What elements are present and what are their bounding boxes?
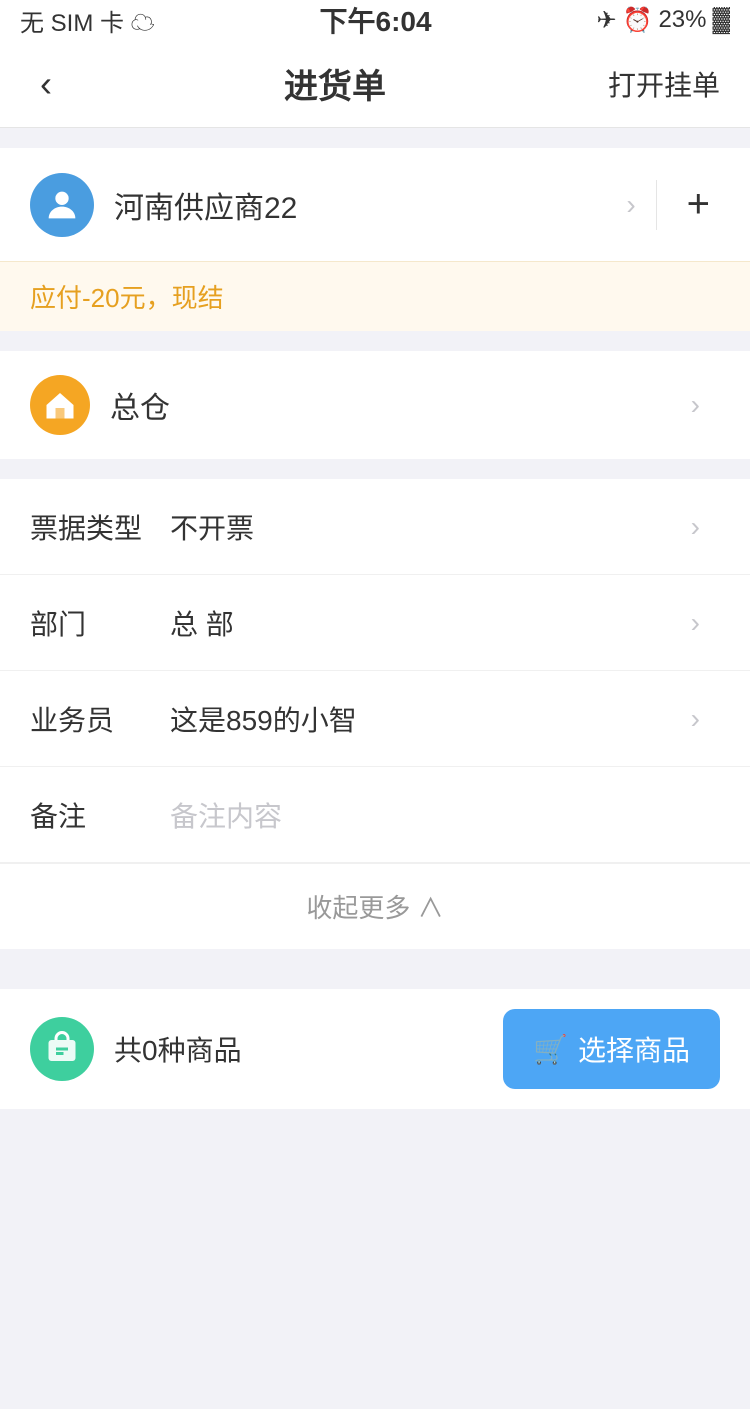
- department-row[interactable]: 部门 总 部 ›: [0, 575, 750, 671]
- supplier-row: 河南供应商22 › +: [0, 148, 750, 261]
- section-gap-2: [0, 331, 750, 351]
- form-section: 票据类型 不开票 › 部门 总 部 › 业务员 这是859的小智 › 备注 备注…: [0, 479, 750, 949]
- supplier-avatar: [30, 173, 94, 237]
- remark-row[interactable]: 备注 备注内容: [0, 767, 750, 863]
- supplier-chevron-icon: ›: [626, 189, 635, 221]
- department-value: 总 部: [150, 603, 691, 643]
- salesperson-label: 业务员: [30, 699, 150, 739]
- warehouse-row[interactable]: 总仓 ›: [0, 351, 750, 459]
- battery-label: 23%: [658, 6, 706, 34]
- select-product-button[interactable]: 🛒 选择商品: [503, 1009, 720, 1089]
- add-supplier-button[interactable]: +: [677, 172, 720, 237]
- product-count-label: 共0种商品: [114, 1029, 503, 1069]
- warehouse-icon-wrap: [30, 375, 90, 435]
- department-label: 部门: [30, 603, 150, 643]
- supplier-section: 河南供应商22 › + 应付-20元，现结: [0, 148, 750, 331]
- department-chevron-icon: ›: [691, 607, 700, 639]
- supplier-name: 河南供应商22: [114, 183, 626, 227]
- salesperson-chevron-icon: ›: [691, 703, 700, 735]
- alarm-icon: ⏰: [623, 6, 653, 35]
- background-fill: [0, 1109, 750, 1409]
- remark-input[interactable]: 备注内容: [150, 795, 720, 835]
- product-icon: [44, 1031, 80, 1067]
- salesperson-value: 这是859的小智: [150, 699, 691, 739]
- status-left: 无 SIM 卡 ☁: [20, 3, 155, 38]
- status-bar: 无 SIM 卡 ☁ 下午6:04 ✈ ⏰ 23% ▓: [0, 0, 750, 40]
- invoice-type-chevron-icon: ›: [691, 511, 700, 543]
- page-title: 进货单: [284, 59, 386, 108]
- product-icon-wrap: [30, 1017, 94, 1081]
- status-right: ✈ ⏰ 23% ▓: [596, 6, 730, 35]
- supplier-notice: 应付-20元，现结: [0, 261, 750, 331]
- warehouse-name: 总仓: [110, 383, 691, 427]
- status-time: 下午6:04: [320, 0, 432, 40]
- location-icon: ✈: [596, 6, 616, 35]
- select-product-icon: 🛒: [533, 1033, 568, 1066]
- warehouse-chevron-icon: ›: [691, 389, 700, 421]
- warehouse-section[interactable]: 总仓 ›: [0, 351, 750, 459]
- collapse-button[interactable]: 收起更多 ∧: [0, 863, 750, 949]
- sim-signal: 无 SIM 卡 ☁: [20, 3, 155, 38]
- section-gap-3: [0, 949, 750, 969]
- invoice-type-value: 不开票: [150, 507, 691, 547]
- open-pending-button[interactable]: 打开挂单: [608, 64, 720, 104]
- nav-bar: ‹ 进货单 打开挂单: [0, 40, 750, 128]
- collapse-label: 收起更多 ∧: [306, 888, 443, 925]
- invoice-type-row[interactable]: 票据类型 不开票 ›: [0, 479, 750, 575]
- salesperson-row[interactable]: 业务员 这是859的小智 ›: [0, 671, 750, 767]
- section-gap-1: [0, 128, 750, 148]
- vertical-divider: [656, 180, 657, 230]
- invoice-type-label: 票据类型: [30, 507, 150, 547]
- product-section: 共0种商品 🛒 选择商品: [0, 989, 750, 1109]
- remark-label: 备注: [30, 795, 150, 835]
- battery-icon: ▓: [712, 6, 730, 34]
- warehouse-icon: [42, 387, 78, 423]
- select-product-label: 选择商品: [578, 1029, 690, 1069]
- user-icon: [42, 185, 82, 225]
- back-button[interactable]: ‹: [30, 53, 62, 115]
